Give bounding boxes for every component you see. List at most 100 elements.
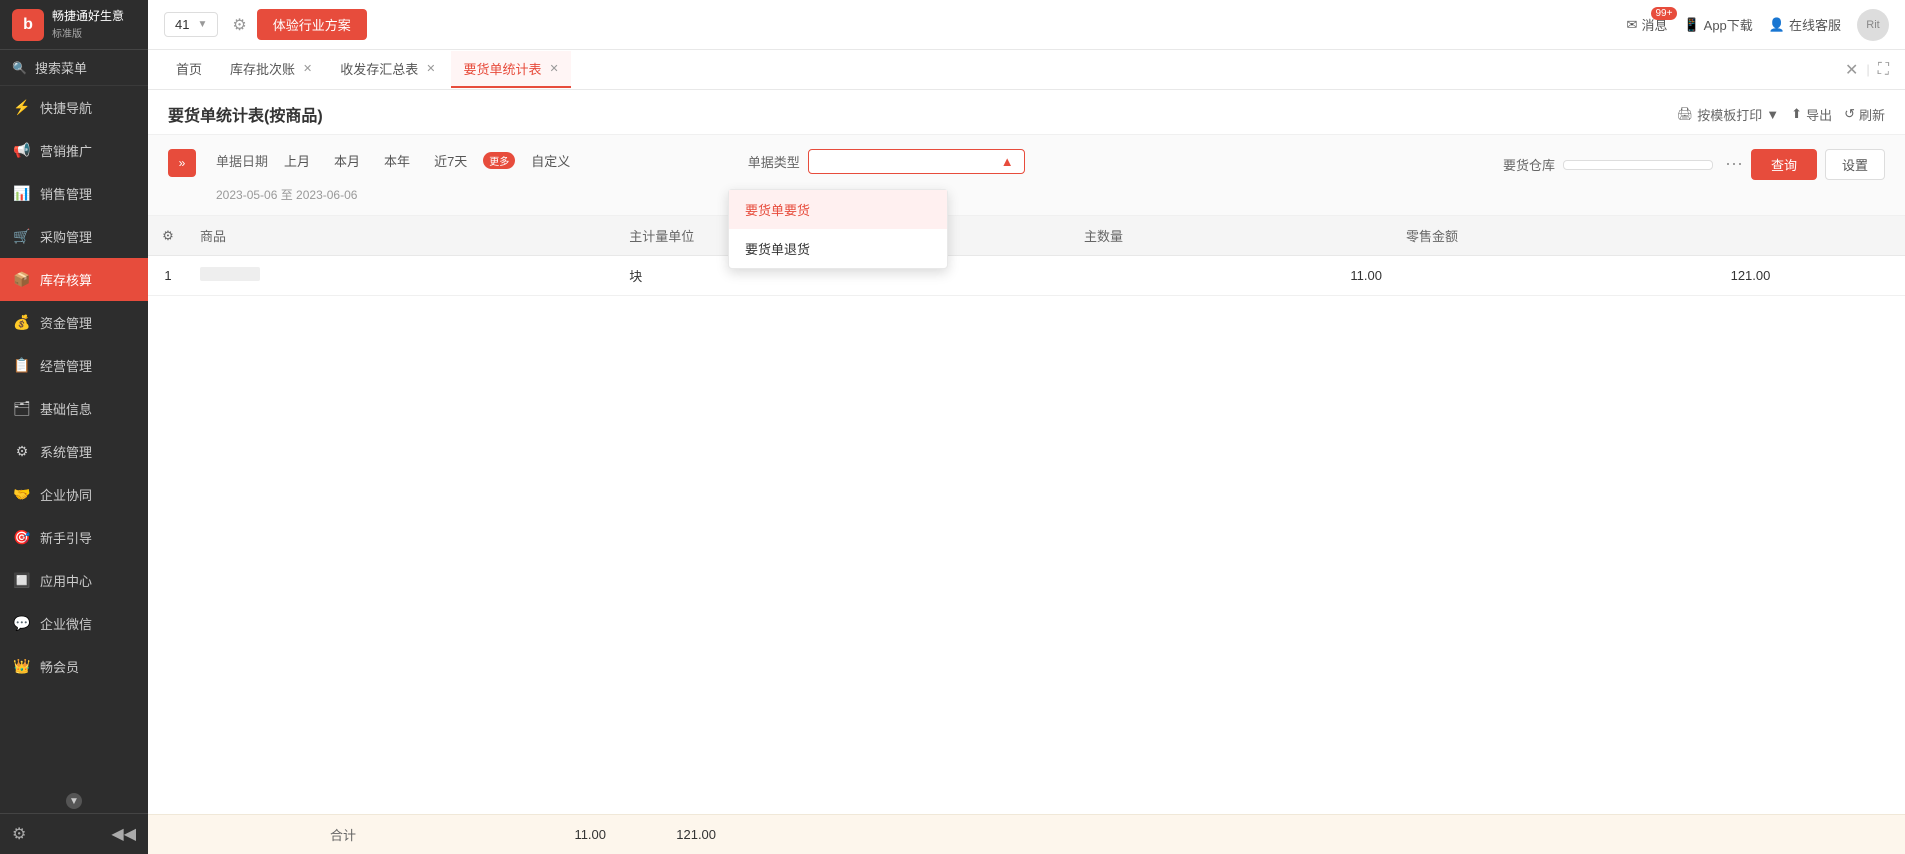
warehouse-filter-label: 要货仓库 (1503, 155, 1555, 174)
tab-inventory-batch[interactable]: 库存批次账 ✕ (218, 51, 324, 88)
store-number: 41 (175, 17, 189, 32)
filter-toggle-button[interactable]: » (168, 149, 196, 177)
sidebar-item-inventory[interactable]: 📦 库存核算 (0, 258, 148, 301)
sidebar-item-guide[interactable]: 🎯 新手引导 (0, 516, 148, 559)
sidebar-item-appstore[interactable]: 🔲 应用中心 (0, 559, 148, 602)
system-label: 系统管理 (40, 442, 136, 461)
query-button[interactable]: 查询 (1751, 149, 1817, 180)
tab-inventory-batch-label: 库存批次账 (230, 59, 295, 78)
main-content: 41 ▼ ⚙ 体验行业方案 ✉ 消息 99+ 📱 App下载 👤 在线客服 Ri… (148, 0, 1905, 854)
search-menu[interactable]: 🔍 搜索菜单 (0, 50, 148, 86)
collapse-sidebar-icon[interactable]: ◀◀ (111, 824, 136, 844)
tab-home[interactable]: 首页 (164, 51, 214, 88)
filter-area: » 单据日期 上月 本月 本年 近7天 更多 自定义 2023-05-06 至 … (148, 135, 1905, 216)
export-icon: ⬆ (1791, 106, 1802, 122)
type-filter-label: 单据类型 (748, 152, 800, 171)
export-button[interactable]: ⬆ 导出 (1791, 105, 1832, 124)
row-goods (188, 256, 617, 296)
store-selector[interactable]: 41 ▼ (164, 12, 218, 37)
sidebar-item-system[interactable]: ⚙ 系统管理 (0, 430, 148, 473)
table-footer: 合计 11.00 121.00 (148, 814, 1905, 854)
sidebar-item-operations[interactable]: 📋 经营管理 (0, 344, 148, 387)
guide-icon: 🎯 (12, 529, 32, 546)
enterprise-label: 企业协同 (40, 485, 136, 504)
sidebar-item-basic[interactable]: 🗂 基础信息 (0, 387, 148, 430)
trial-button[interactable]: 体验行业方案 (257, 9, 367, 40)
last-7-days-button[interactable]: 近7天 (426, 147, 475, 174)
enterprise-icon: 🤝 (12, 486, 32, 503)
col-goods-header: 商品 (188, 216, 617, 256)
this-month-button[interactable]: 本月 (326, 147, 368, 174)
app-edition: 标准版 (52, 25, 124, 40)
row-extra (1782, 256, 1905, 296)
sidebar-item-purchase[interactable]: 🛒 采购管理 (0, 215, 148, 258)
type-input[interactable] (819, 154, 995, 169)
print-template-button[interactable]: 🖨 按模板打印 ▼ (1677, 105, 1779, 124)
appstore-icon: 🔲 (12, 572, 32, 589)
app-download-label: App下载 (1704, 15, 1753, 34)
inventory-label: 库存核算 (40, 270, 136, 289)
page-title: 要货单统计表(按商品) (168, 102, 323, 126)
quick-nav-label: 快捷导航 (40, 98, 136, 117)
tab-close-all-icon[interactable]: ✕ (1845, 60, 1858, 80)
sidebar-nav: ⚡ 快捷导航 📢 营销推广 📊 销售管理 🛒 采购管理 📦 库存核算 💰 资金管… (0, 86, 148, 789)
last-month-button[interactable]: 上月 (276, 147, 318, 174)
refresh-button[interactable]: ↺ 刷新 (1844, 105, 1885, 124)
sales-label: 销售管理 (40, 184, 136, 203)
refresh-icon: ↺ (1844, 106, 1855, 122)
row-quantity: 11.00 (1072, 256, 1394, 296)
custom-date-button[interactable]: 自定义 (523, 147, 578, 174)
table-row: 1 块 11.00 121.00 (148, 256, 1905, 296)
online-service-button[interactable]: 👤 在线客服 (1769, 15, 1841, 34)
more-date-badge[interactable]: 更多 (483, 152, 515, 169)
dropdown-option-order-return[interactable]: 要货单退货 (729, 229, 947, 268)
dropdown-option-order-goods-label: 要货单要货 (745, 203, 810, 218)
sidebar-item-finance[interactable]: 💰 资金管理 (0, 301, 148, 344)
sidebar-item-quick-nav[interactable]: ⚡ 快捷导航 (0, 86, 148, 129)
sidebar-item-member[interactable]: 👑 畅会员 (0, 645, 148, 688)
sidebar-logo: b 畅捷通好生意 标准版 (0, 0, 148, 50)
messages-button[interactable]: ✉ 消息 99+ (1627, 15, 1668, 34)
page-header: 要货单统计表(按商品) 🖨 按模板打印 ▼ ⬆ 导出 ↺ 刷新 (148, 90, 1905, 135)
type-dropdown-chevron-icon[interactable]: ▲ (1001, 154, 1014, 169)
dropdown-option-order-goods[interactable]: 要货单要货 (729, 190, 947, 229)
search-menu-label: 搜索菜单 (35, 58, 87, 77)
user-avatar[interactable]: Rit (1857, 9, 1889, 41)
date-range-display: 2023-05-06 至 2023-06-06 (216, 188, 357, 202)
type-dropdown[interactable]: ▲ (808, 149, 1025, 174)
tab-order-stats[interactable]: 要货单统计表 ✕ (451, 51, 570, 88)
this-year-button[interactable]: 本年 (376, 147, 418, 174)
footer-total-quantity: 11.00 (556, 827, 636, 842)
tab-receivable-summary-close[interactable]: ✕ (426, 62, 435, 75)
settings-button[interactable]: 设置 (1825, 149, 1885, 180)
tab-receivable-summary[interactable]: 收发存汇总表 ✕ (328, 51, 447, 88)
col-settings[interactable]: ⚙ (148, 216, 188, 256)
wechat-icon: 💬 (12, 615, 32, 632)
purchase-icon: 🛒 (12, 228, 32, 245)
operations-label: 经营管理 (40, 356, 136, 375)
header-gear-icon[interactable]: ⚙ (232, 15, 246, 35)
tab-bar-actions: ✕ | ⛶ (1845, 60, 1889, 80)
warehouse-selector[interactable] (1563, 160, 1713, 170)
tab-inventory-batch-close[interactable]: ✕ (303, 62, 312, 75)
sidebar-scroll-down[interactable]: ▼ (66, 793, 82, 809)
settings-icon[interactable]: ⚙ (12, 824, 26, 844)
inventory-icon: 📦 (12, 271, 32, 288)
sidebar-item-sales[interactable]: 📊 销售管理 (0, 172, 148, 215)
col-quantity-header: 主数量 (1072, 216, 1394, 256)
footer-total-label: 合计 (330, 825, 356, 844)
messages-badge: 99+ (1651, 7, 1678, 20)
marketing-icon: 📢 (12, 142, 32, 159)
tab-expand-icon[interactable]: ⛶ (1878, 61, 1889, 79)
tab-receivable-summary-label: 收发存汇总表 (340, 59, 418, 78)
tab-order-stats-close[interactable]: ✕ (550, 62, 559, 75)
sidebar: b 畅捷通好生意 标准版 🔍 搜索菜单 ⚡ 快捷导航 📢 营销推广 📊 销售管理… (0, 0, 148, 854)
sidebar-item-enterprise[interactable]: 🤝 企业协同 (0, 473, 148, 516)
sidebar-item-marketing[interactable]: 📢 营销推广 (0, 129, 148, 172)
guide-label: 新手引导 (40, 528, 136, 547)
app-download-button[interactable]: 📱 App下载 (1683, 15, 1752, 34)
goods-placeholder (200, 267, 260, 281)
filter-more-icon[interactable]: ⋯ (1725, 154, 1743, 175)
sidebar-item-wechat[interactable]: 💬 企业微信 (0, 602, 148, 645)
member-label: 畅会员 (40, 657, 136, 676)
